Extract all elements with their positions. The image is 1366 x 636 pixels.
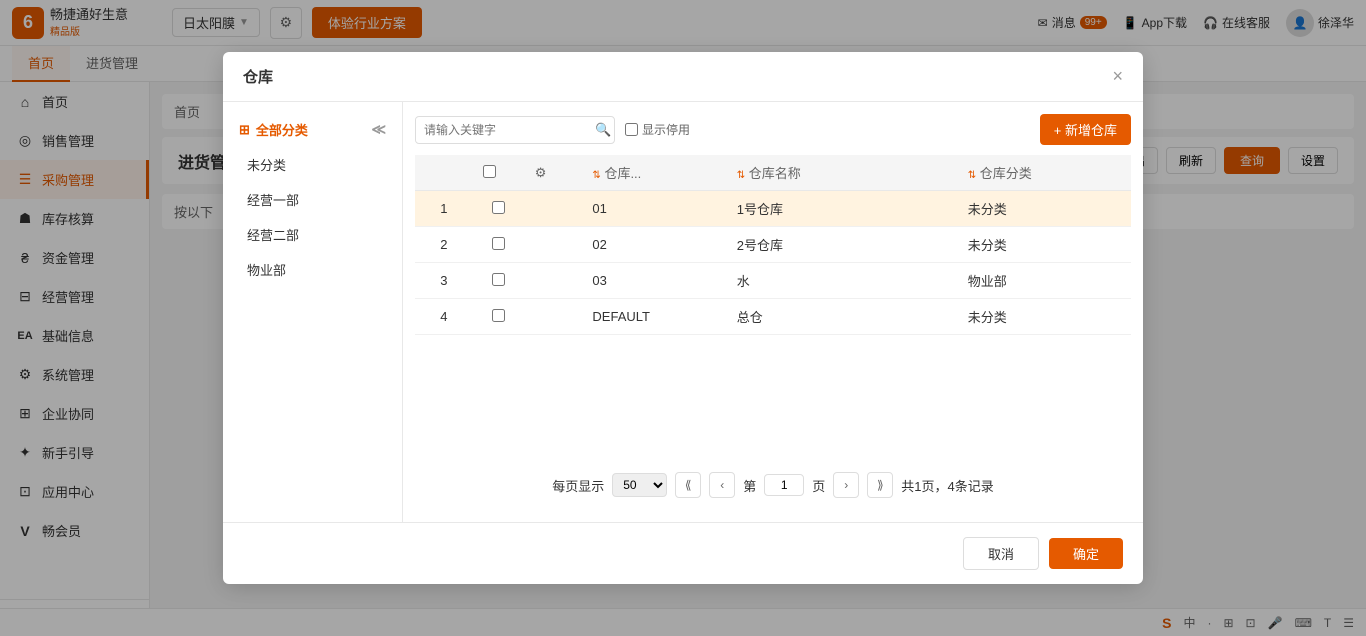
category-ops1-label: 经营一部: [247, 193, 299, 208]
table-head: ⚙ ⇅ 仓库... ⇅ 仓库名称 ⇅: [415, 155, 1131, 191]
row-2-setting: [525, 227, 583, 263]
search-box: 🔍: [415, 116, 615, 144]
category-item-uncat[interactable]: 未分类: [223, 147, 402, 182]
row-1-code: 01: [582, 191, 726, 227]
select-all-checkbox[interactable]: [483, 165, 496, 178]
warehouse-table: ⚙ ⇅ 仓库... ⇅ 仓库名称 ⇅: [415, 155, 1131, 335]
add-warehouse-button[interactable]: + 新增仓库: [1040, 114, 1131, 145]
sort-cat-icon[interactable]: ⇅: [968, 170, 976, 181]
row-3-setting: [525, 263, 583, 299]
collapse-category-btn[interactable]: ≪: [371, 121, 386, 138]
cancel-button[interactable]: 取消: [963, 537, 1039, 570]
table-panel: 🔍 显示停用 + 新增仓库: [403, 102, 1143, 522]
toolbar: 🔍 显示停用 + 新增仓库: [415, 114, 1131, 145]
category-item-ops1[interactable]: 经营一部: [223, 182, 402, 217]
table-row[interactable]: 1 01 1号仓库 未分类: [415, 191, 1131, 227]
column-settings-icon[interactable]: ⚙: [535, 165, 547, 180]
category-panel: ⊞ 全部分类 ≪ 未分类 经营一部 经营二部 物业部: [223, 102, 403, 522]
row-4-num: 4: [415, 299, 473, 335]
per-page-label: 每页显示: [552, 476, 604, 495]
col-check-header: [473, 155, 525, 191]
row-3-name: 水: [727, 263, 958, 299]
search-icon[interactable]: 🔍: [587, 117, 615, 143]
table-container: ⚙ ⇅ 仓库... ⇅ 仓库名称 ⇅: [415, 155, 1131, 460]
modal-close-button[interactable]: ×: [1112, 66, 1123, 87]
search-input[interactable]: [416, 118, 587, 142]
category-uncat-label: 未分类: [247, 158, 286, 173]
row-2-cat: 未分类: [958, 227, 1131, 263]
row-2-code: 02: [582, 227, 726, 263]
row-1-check[interactable]: [473, 191, 525, 227]
row-2-name: 2号仓库: [727, 227, 958, 263]
col-name-header: ⇅ 仓库名称: [727, 155, 958, 191]
sort-name-icon[interactable]: ⇅: [737, 170, 745, 181]
row-1-name: 1号仓库: [727, 191, 958, 227]
col-cat-header: ⇅ 仓库分类: [958, 155, 1131, 191]
page-prefix-label: 第: [743, 476, 756, 495]
show-disabled-label: 显示停用: [642, 121, 690, 138]
modal-body: ⊞ 全部分类 ≪ 未分类 经营一部 经营二部 物业部 🔍: [223, 102, 1143, 522]
row-1-checkbox[interactable]: [492, 201, 505, 214]
per-page-select[interactable]: 50 20 100: [612, 473, 667, 497]
page-number-input[interactable]: [764, 474, 804, 496]
modal-title: 仓库: [243, 66, 273, 87]
row-2-check[interactable]: [473, 227, 525, 263]
row-3-code: 03: [582, 263, 726, 299]
total-records-label: 共1页，4条记录: [901, 476, 993, 495]
table-body: 1 01 1号仓库 未分类 2: [415, 191, 1131, 335]
row-3-checkbox[interactable]: [492, 273, 505, 286]
row-3-num: 3: [415, 263, 473, 299]
col-cat-label: 仓库分类: [980, 166, 1032, 181]
sort-code-icon[interactable]: ⇅: [592, 170, 600, 181]
col-code-label: 仓库...: [604, 166, 641, 181]
col-name-label: 仓库名称: [749, 166, 801, 181]
modal-footer: 取消 确定: [223, 522, 1143, 584]
warehouse-modal: 仓库 × ⊞ 全部分类 ≪ 未分类 经营一部 经营二部 物业部: [223, 52, 1143, 584]
category-ops2-label: 经营二部: [247, 228, 299, 243]
col-setting-header: ⚙: [525, 155, 583, 191]
row-2-num: 2: [415, 227, 473, 263]
first-page-btn[interactable]: ⟪: [675, 472, 701, 498]
category-property-label: 物业部: [247, 263, 286, 278]
table-header-row: ⚙ ⇅ 仓库... ⇅ 仓库名称 ⇅: [415, 155, 1131, 191]
table-row[interactable]: 2 02 2号仓库 未分类: [415, 227, 1131, 263]
grid-icon: ⊞: [239, 122, 250, 138]
col-num-header: [415, 155, 473, 191]
table-row[interactable]: 3 03 水 物业部: [415, 263, 1131, 299]
pagination: 每页显示 50 20 100 ⟪ ‹ 第 页 › ⟫ 共1页，4条记录: [415, 460, 1131, 510]
row-3-cat: 物业部: [958, 263, 1131, 299]
modal-header: 仓库 ×: [223, 52, 1143, 102]
category-all-btn[interactable]: ⊞ 全部分类 ≪: [223, 112, 402, 147]
page-suffix-label: 页: [812, 476, 825, 495]
row-4-check[interactable]: [473, 299, 525, 335]
last-page-btn[interactable]: ⟫: [867, 472, 893, 498]
row-1-cat: 未分类: [958, 191, 1131, 227]
next-page-btn[interactable]: ›: [833, 472, 859, 498]
row-4-cat: 未分类: [958, 299, 1131, 335]
row-2-checkbox[interactable]: [492, 237, 505, 250]
row-4-code: DEFAULT: [582, 299, 726, 335]
prev-page-btn[interactable]: ‹: [709, 472, 735, 498]
row-3-check[interactable]: [473, 263, 525, 299]
category-all-label: 全部分类: [256, 120, 308, 139]
category-item-property[interactable]: 物业部: [223, 252, 402, 287]
row-4-name: 总仓: [727, 299, 958, 335]
category-item-ops2[interactable]: 经营二部: [223, 217, 402, 252]
confirm-button[interactable]: 确定: [1049, 538, 1123, 569]
disabled-checkbox-input[interactable]: [625, 123, 638, 136]
table-row[interactable]: 4 DEFAULT 总仓 未分类: [415, 299, 1131, 335]
row-1-num: 1: [415, 191, 473, 227]
row-4-checkbox[interactable]: [492, 309, 505, 322]
row-4-setting: [525, 299, 583, 335]
row-1-setting: [525, 191, 583, 227]
show-disabled-checkbox[interactable]: 显示停用: [625, 121, 690, 138]
col-code-header: ⇅ 仓库...: [582, 155, 726, 191]
